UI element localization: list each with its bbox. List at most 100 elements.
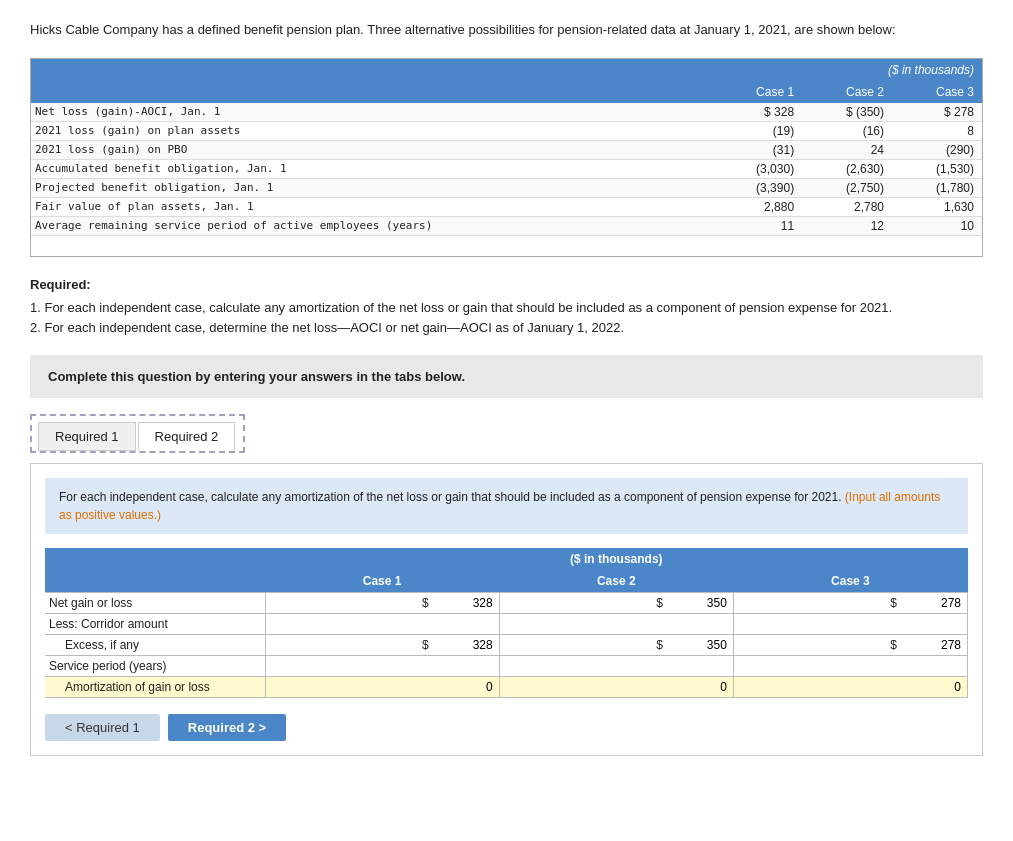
answer-row-label: Amortization of gain or loss [45, 677, 265, 698]
row-c1: (19) [712, 121, 802, 140]
required-text: 1. For each independent case, calculate … [30, 298, 983, 340]
input-c2-excess-if-any[interactable] [667, 638, 727, 652]
dollar-c2: $ [656, 638, 663, 652]
col-header-case2: Case 2 [802, 81, 892, 103]
row-c2: (16) [802, 121, 892, 140]
answer-row-c2[interactable] [499, 656, 733, 677]
next-button[interactable]: Required 2 > [168, 714, 286, 741]
answer-row-c2[interactable] [499, 677, 733, 698]
row-c1: 2,880 [712, 197, 802, 216]
input-c2-less-corridor[interactable] [667, 617, 727, 631]
answer-row-c3[interactable]: $ [733, 635, 967, 656]
table-row: Accumulated benefit obligation, Jan. 1 (… [31, 159, 982, 178]
table-row: Average remaining service period of acti… [31, 216, 982, 235]
answer-table-row: Excess, if any $ $ $ [45, 635, 968, 656]
intro-text: Hicks Cable Company has a defined benefi… [30, 20, 950, 40]
answer-table-row: Amortization of gain or loss [45, 677, 968, 698]
input-c3-service-period[interactable] [901, 659, 961, 673]
row-c3: (290) [892, 140, 982, 159]
row-c1: (31) [712, 140, 802, 159]
input-c1-amortization[interactable] [433, 680, 493, 694]
dollar-c1: $ [422, 596, 429, 610]
row-c3: (1,530) [892, 159, 982, 178]
dollar-c1: $ [422, 638, 429, 652]
input-c1-net-gain-loss[interactable] [433, 596, 493, 610]
answer-row-c3[interactable] [733, 656, 967, 677]
answer-col-case3: Case 3 [733, 570, 967, 593]
complete-box: Complete this question by entering your … [30, 355, 983, 398]
row-label: Average remaining service period of acti… [31, 216, 712, 235]
dollar-c3: $ [890, 638, 897, 652]
row-c2: (2,750) [802, 178, 892, 197]
row-label: Fair value of plan assets, Jan. 1 [31, 197, 712, 216]
required-section: Required: 1. For each independent case, … [30, 277, 983, 340]
answer-row-c1[interactable]: $ [265, 635, 499, 656]
table-row: Fair value of plan assets, Jan. 1 2,880 … [31, 197, 982, 216]
data-table-wrapper: ($ in thousands) Case 1 Case 2 Case 3 Ne… [30, 58, 983, 257]
thousands-header: ($ in thousands) [712, 59, 982, 81]
data-table: ($ in thousands) Case 1 Case 2 Case 3 Ne… [31, 59, 982, 236]
answer-thousands-header: ($ in thousands) [265, 548, 968, 570]
answer-table-row: Service period (years) [45, 656, 968, 677]
input-c2-service-period[interactable] [667, 659, 727, 673]
required-item-1: 1. For each independent case, calculate … [30, 298, 983, 319]
table-row: Projected benefit obligation, Jan. 1 (3,… [31, 178, 982, 197]
answer-row-c1[interactable]: $ [265, 593, 499, 614]
panel-description: For each independent case, calculate any… [45, 478, 968, 534]
input-c1-less-corridor[interactable] [433, 617, 493, 631]
input-c3-net-gain-loss[interactable] [901, 596, 961, 610]
answer-table: ($ in thousands) Case 1 Case 2 Case 3 Ne… [45, 548, 968, 698]
col-header-case3: Case 3 [892, 81, 982, 103]
answer-row-c3[interactable] [733, 677, 967, 698]
col-header-label [31, 59, 712, 81]
input-c1-excess-if-any[interactable] [433, 638, 493, 652]
panel: For each independent case, calculate any… [30, 463, 983, 756]
answer-row-c3[interactable] [733, 614, 967, 635]
table-row: 2021 loss (gain) on plan assets (19) (16… [31, 121, 982, 140]
input-c2-amortization[interactable] [667, 680, 727, 694]
answer-row-c2[interactable] [499, 614, 733, 635]
input-c2-net-gain-loss[interactable] [667, 596, 727, 610]
answer-col-case1: Case 1 [265, 570, 499, 593]
dollar-c2: $ [656, 596, 663, 610]
row-label: 2021 loss (gain) on plan assets [31, 121, 712, 140]
row-c1: (3,030) [712, 159, 802, 178]
row-c3: 8 [892, 121, 982, 140]
answer-col-label [45, 570, 265, 593]
row-label: Accumulated benefit obligation, Jan. 1 [31, 159, 712, 178]
row-label: 2021 loss (gain) on PBO [31, 140, 712, 159]
row-c1: (3,390) [712, 178, 802, 197]
input-c1-service-period[interactable] [433, 659, 493, 673]
row-c2: 24 [802, 140, 892, 159]
required-item-2: 2. For each independent case, determine … [30, 318, 983, 339]
answer-row-c2[interactable]: $ [499, 635, 733, 656]
row-c3: (1,780) [892, 178, 982, 197]
answer-row-label: Net gain or loss [45, 593, 265, 614]
answer-row-c1[interactable] [265, 656, 499, 677]
row-c1: $ 328 [712, 103, 802, 122]
answer-row-label: Service period (years) [45, 656, 265, 677]
row-c2: 2,780 [802, 197, 892, 216]
input-c3-less-corridor[interactable] [901, 617, 961, 631]
tab-required-1[interactable]: Required 1 [38, 422, 136, 451]
highlight-text: (Input all amounts as positive values.) [59, 490, 940, 522]
table-row: Net loss (gain)-AOCI, Jan. 1 $ 328 $ (35… [31, 103, 982, 122]
required-title: Required: [30, 277, 983, 292]
input-c3-amortization[interactable] [901, 680, 961, 694]
answer-row-c1[interactable] [265, 614, 499, 635]
tab-required-2[interactable]: Required 2 [138, 422, 236, 451]
tabs-container: Required 1 Required 2 [30, 414, 245, 453]
answer-row-c1[interactable] [265, 677, 499, 698]
row-c2: $ (350) [802, 103, 892, 122]
input-c3-excess-if-any[interactable] [901, 638, 961, 652]
nav-buttons: < Required 1 Required 2 > [45, 714, 968, 741]
answer-row-label: Less: Corridor amount [45, 614, 265, 635]
answer-row-c3[interactable]: $ [733, 593, 967, 614]
prev-button[interactable]: < Required 1 [45, 714, 160, 741]
row-c3: 1,630 [892, 197, 982, 216]
answer-row-c2[interactable]: $ [499, 593, 733, 614]
answer-row-label: Excess, if any [45, 635, 265, 656]
tab-section: Required 1 Required 2 [30, 414, 983, 453]
answer-col-header-empty [45, 548, 265, 570]
row-c3: 10 [892, 216, 982, 235]
